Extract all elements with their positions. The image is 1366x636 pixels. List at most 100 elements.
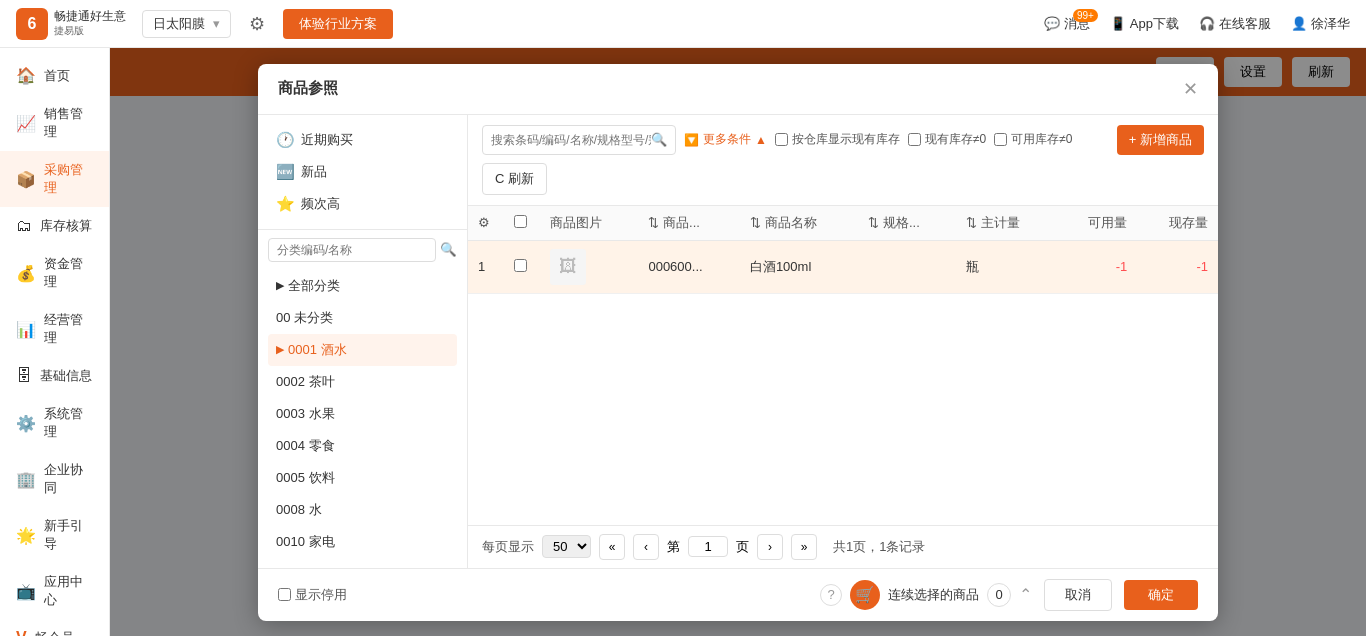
checkbox-warehouse[interactable]: 按仓库显示现有库存 [775, 131, 900, 148]
last-page-button[interactable]: » [791, 534, 817, 560]
operations-icon: 📊 [16, 320, 36, 339]
sidebar-item-home[interactable]: 🏠 首页 [0, 56, 109, 95]
row-checkbox[interactable] [514, 259, 527, 272]
per-page-label: 每页显示 [482, 538, 534, 556]
top-nav: 6 畅捷通好生意 捷易版 日太阳膜 ▾ ⚙ 体验行业方案 💬 消息 99+ 📱 … [0, 0, 1366, 48]
cat-item-unclassified[interactable]: 00 未分类 [268, 302, 457, 334]
per-page-select[interactable]: 50 [542, 535, 591, 558]
first-page-button[interactable]: « [599, 534, 625, 560]
nav-selector[interactable]: 日太阳膜 ▾ [142, 10, 231, 38]
show-disabled-label[interactable]: 显示停用 [278, 586, 347, 604]
checkbox-stock-ne-input[interactable] [908, 133, 921, 146]
headset-icon: 🎧 [1199, 16, 1215, 31]
sidebar-item-enterprise[interactable]: 🏢 企业协同 [0, 451, 109, 507]
modal-footer: 显示停用 ? 🛒 连续选择的商品 0 ⌃ 取消 确定 [258, 568, 1218, 621]
row-checkbox-cell[interactable] [504, 240, 540, 293]
cart-icon[interactable]: 🛒 [850, 580, 880, 610]
row-spec [858, 240, 956, 293]
sort-icon-spec: ⇅ [868, 215, 879, 230]
category-search-button[interactable]: 🔍 [440, 242, 457, 257]
show-disabled-checkbox[interactable] [278, 588, 291, 601]
cat-arrow-all: ▶ [276, 279, 284, 292]
sidebar-item-vip[interactable]: V 畅会员 [0, 619, 109, 636]
quick-item-freq[interactable]: ⭐ 频次高 [268, 189, 457, 219]
user-area[interactable]: 👤 徐泽华 [1291, 15, 1350, 33]
add-product-button[interactable]: + 新增商品 [1117, 125, 1204, 155]
modal-dialog: 商品参照 ✕ 🕐 近期购买 🆕 [258, 64, 1218, 621]
page-suffix-label: 页 [736, 538, 749, 556]
quick-item-new[interactable]: 🆕 新品 [268, 157, 457, 187]
confirm-button[interactable]: 确定 [1124, 580, 1198, 610]
checkbox-available-ne[interactable]: 可用库存≠0 [994, 131, 1072, 148]
cancel-button[interactable]: 取消 [1044, 579, 1112, 611]
search-icon: 🔍 [651, 132, 667, 147]
row-code: 000600... [638, 240, 739, 293]
sidebar-item-operations[interactable]: 📊 经营管理 [0, 301, 109, 357]
prev-page-button[interactable]: ‹ [633, 534, 659, 560]
cat-arrow-wine: ▶ [276, 343, 284, 356]
gear-button[interactable]: ⚙ [241, 8, 273, 40]
cat-item-snack[interactable]: 0004 零食 [268, 430, 457, 462]
page-prefix-label: 第 [667, 538, 680, 556]
product-search-input[interactable] [491, 133, 651, 147]
filter-button[interactable]: 🔽 更多条件 ▲ [684, 131, 767, 148]
cat-item-all[interactable]: ▶ 全部分类 [268, 270, 457, 302]
cat-item-wine[interactable]: ▶ 0001 酒水 [268, 334, 457, 366]
sidebar-item-purchase[interactable]: 📦 采购管理 [0, 151, 109, 207]
cat-item-tea[interactable]: 0002 茶叶 [268, 366, 457, 398]
collapse-cart-button[interactable]: ⌃ [1019, 585, 1032, 604]
messages-item[interactable]: 💬 消息 99+ [1044, 15, 1090, 33]
refresh-table-button[interactable]: C 刷新 [482, 163, 547, 195]
sort-icon-unit: ⇅ [966, 215, 977, 230]
checkbox-available-ne-input[interactable] [994, 133, 1007, 146]
category-search-input[interactable] [268, 238, 436, 262]
sidebar-item-finance[interactable]: 💰 资金管理 [0, 245, 109, 301]
sidebar-item-base[interactable]: 🗄 基础信息 [0, 357, 109, 395]
table-row[interactable]: 1 🖼 000600... 白酒100ml 瓶 [468, 240, 1218, 293]
freq-icon: ⭐ [276, 195, 295, 213]
cart-count: 0 [987, 583, 1011, 607]
sidebar-item-inventory[interactable]: 🗂 库存核算 [0, 207, 109, 245]
page-number-input[interactable] [688, 536, 728, 557]
select-all-checkbox[interactable] [514, 215, 527, 228]
cat-item-fruit[interactable]: 0003 水果 [268, 398, 457, 430]
phone-icon: 📱 [1110, 16, 1126, 31]
checkbox-stock-ne[interactable]: 现有库存≠0 [908, 131, 986, 148]
chevron-down-icon: ▾ [213, 16, 220, 31]
sidebar-item-sales[interactable]: 📈 销售管理 [0, 95, 109, 151]
inventory-icon: 🗂 [16, 217, 32, 235]
sidebar-item-apps[interactable]: 📺 应用中心 [0, 563, 109, 619]
next-page-button[interactable]: › [757, 534, 783, 560]
col-code[interactable]: ⇅ 商品... [638, 206, 739, 241]
sort-icon-name: ⇅ [750, 215, 761, 230]
row-image-cell: 🖼 [540, 240, 638, 293]
system-icon: ⚙️ [16, 414, 36, 433]
modal-body: 🕐 近期购买 🆕 新品 ⭐ 频次高 [258, 115, 1218, 568]
trial-button[interactable]: 体验行业方案 [283, 9, 393, 39]
quick-item-recent[interactable]: 🕐 近期购买 [268, 125, 457, 155]
help-icon[interactable]: ? [820, 584, 842, 606]
filter-icon: 🔽 [684, 133, 699, 147]
sidebar-label-base: 基础信息 [40, 367, 92, 385]
col-unit[interactable]: ⇅ 主计量 [956, 206, 1057, 241]
modal-close-button[interactable]: ✕ [1183, 78, 1198, 100]
col-name[interactable]: ⇅ 商品名称 [740, 206, 858, 241]
app-download-item[interactable]: 📱 App下载 [1110, 15, 1179, 33]
online-service-item[interactable]: 🎧 在线客服 [1199, 15, 1271, 33]
col-settings[interactable]: ⚙ [468, 206, 504, 241]
cat-item-drink[interactable]: 0005 饮料 [268, 462, 457, 494]
recent-icon: 🕐 [276, 131, 295, 149]
left-sidebar: 🏠 首页 📈 销售管理 📦 采购管理 🗂 库存核算 💰 资金管理 📊 经营管理 … [0, 48, 110, 636]
sidebar-item-guide[interactable]: 🌟 新手引导 [0, 507, 109, 563]
modal-header: 商品参照 ✕ [258, 64, 1218, 115]
col-spec[interactable]: ⇅ 规格... [858, 206, 956, 241]
cat-item-appliance[interactable]: 0010 家电 [268, 526, 457, 558]
sidebar-item-system[interactable]: ⚙️ 系统管理 [0, 395, 109, 451]
sidebar-label-system: 系统管理 [44, 405, 93, 441]
enterprise-icon: 🏢 [16, 470, 36, 489]
sidebar-label-apps: 应用中心 [44, 573, 93, 609]
logo-area: 6 畅捷通好生意 捷易版 [16, 8, 126, 40]
col-checkbox[interactable] [504, 206, 540, 241]
checkbox-warehouse-input[interactable] [775, 133, 788, 146]
cat-item-water[interactable]: 0008 水 [268, 494, 457, 526]
